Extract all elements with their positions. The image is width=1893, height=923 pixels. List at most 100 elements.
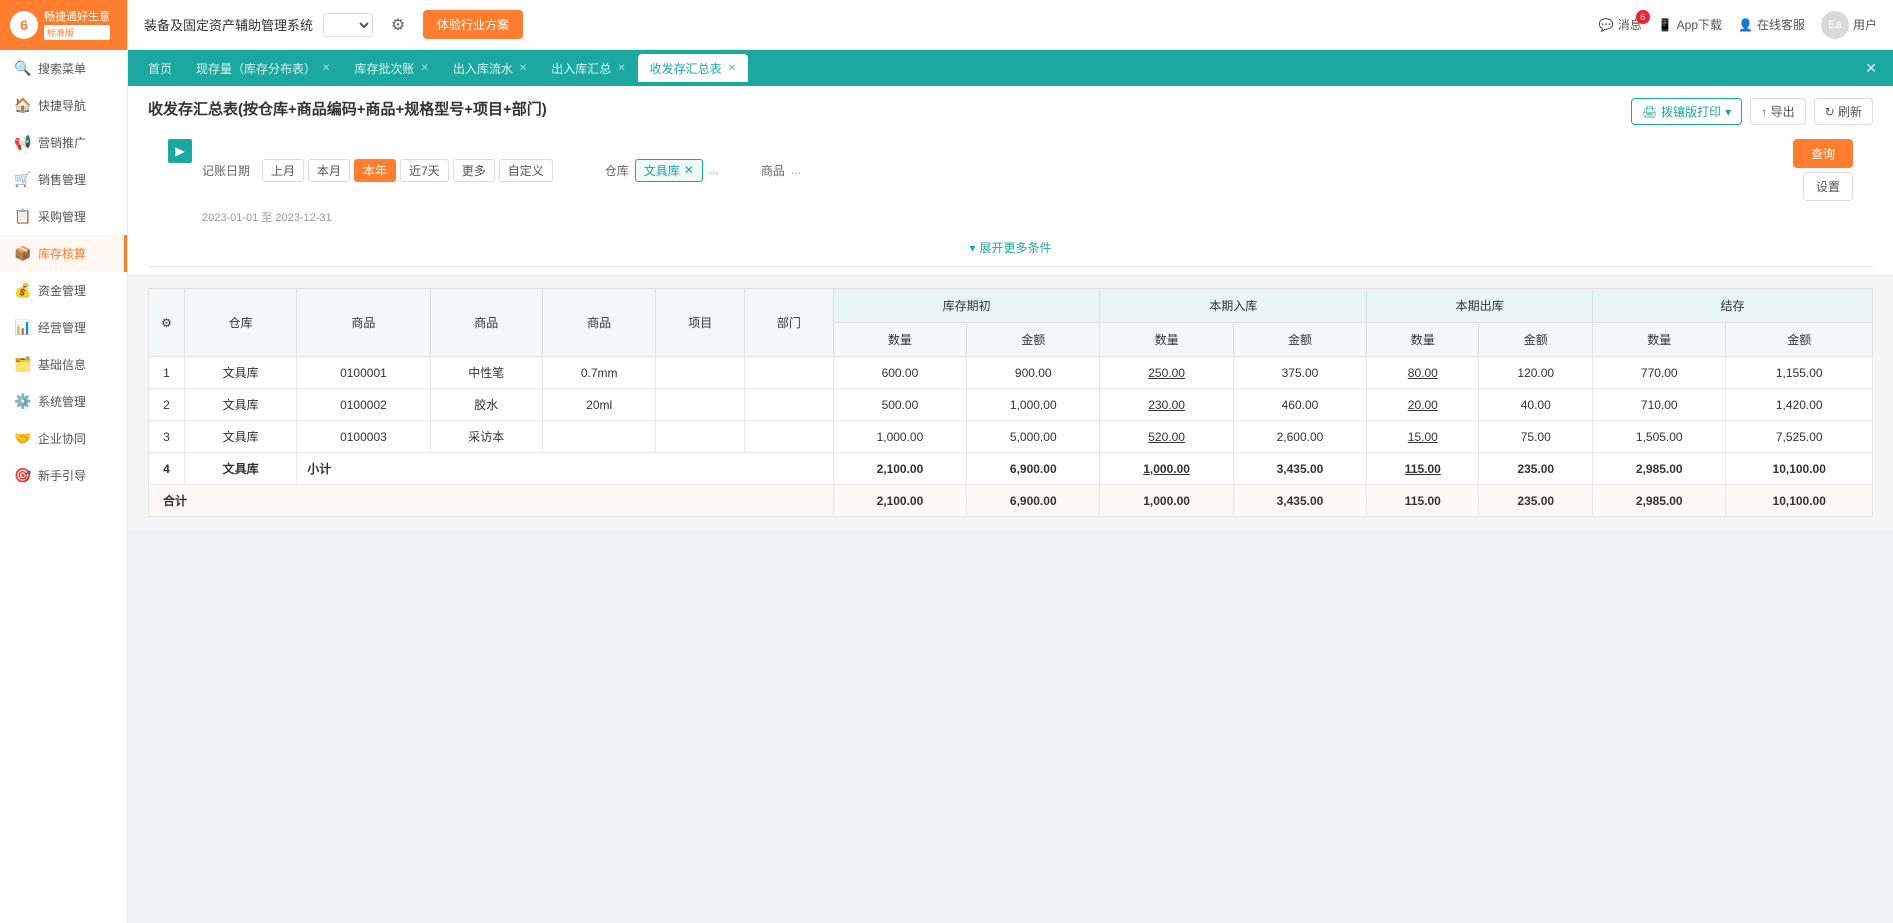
export-label: 导出	[1771, 105, 1795, 119]
warehouse-tag-name: 文具库	[644, 162, 680, 179]
sidebar-item-enterprise[interactable]: 🤝 企业协同	[0, 420, 127, 457]
row-in-qty[interactable]: 250.00	[1100, 357, 1233, 389]
tab-stock-summary-close[interactable]: ✕	[728, 63, 736, 74]
topbar-settings-button[interactable]: ⚙	[383, 10, 413, 40]
query-button[interactable]: 查询	[1793, 139, 1853, 168]
subtotal-balance-qty: 2,985.00	[1593, 453, 1726, 485]
row-balance-amt: 7,525.00	[1726, 421, 1873, 453]
subtotal-in-qty: 1,000.00	[1100, 453, 1233, 485]
col-opening-qty-header: 数量	[833, 323, 966, 357]
export-button[interactable]: ↑ 导出	[1750, 98, 1805, 125]
row-goods-name: 中性笔	[430, 357, 542, 389]
logo-line1: 畅捷通好生意	[44, 10, 110, 24]
date-prev-btn[interactable]: 上月	[262, 159, 304, 182]
topbar-right: 💬 消息 6 📱 App下载 👤 在线客服 Ea 用户	[1599, 11, 1877, 39]
online-service-label: 在线客服	[1757, 16, 1805, 33]
tab-in-out-flow-close[interactable]: ✕	[519, 63, 527, 74]
table-row: 3 文具库 0100003 采访本 1,000.00 5,000.00 520.…	[149, 421, 1873, 453]
app-download-item[interactable]: 📱 App下载	[1658, 16, 1722, 33]
sidebar-item-operations[interactable]: 📊 经营管理	[0, 309, 127, 346]
date-custom-btn[interactable]: 自定义	[499, 159, 553, 182]
sidebar-item-inventory[interactable]: 📦 库存核算	[0, 235, 127, 272]
online-service-item[interactable]: 👤 在线客服	[1738, 16, 1805, 33]
sidebar-item-search[interactable]: 🔍 搜索菜单	[0, 50, 127, 87]
sidebar-item-quick-nav[interactable]: 🏠 快捷导航	[0, 87, 127, 124]
sidebar-logo: 6 畅捷通好生意 标准版	[0, 0, 127, 50]
sidebar-item-basic-info[interactable]: 🗂️ 基础信息	[0, 346, 127, 383]
warehouse-tag-close[interactable]: ✕	[684, 163, 694, 177]
tab-inventory-dist-close[interactable]: ✕	[322, 63, 330, 74]
date-year-btn[interactable]: 本年	[354, 159, 396, 182]
column-settings-icon[interactable]: ⚙	[161, 316, 172, 330]
tab-stock-summary[interactable]: 收发存汇总表 ✕	[638, 54, 748, 82]
total-out-amt: 235.00	[1479, 485, 1593, 517]
date-week-btn[interactable]: 近7天	[400, 159, 449, 182]
total-balance-amt: 10,100.00	[1726, 485, 1873, 517]
system-dropdown[interactable]	[323, 13, 373, 37]
warehouse-more-dots[interactable]: ...	[709, 163, 719, 177]
expand-more-btn[interactable]: ▾ 展开更多条件	[969, 239, 1051, 256]
tab-batch-ledger[interactable]: 库存批次账 ✕	[342, 54, 440, 82]
sidebar-item-system[interactable]: ⚙️ 系统管理	[0, 383, 127, 420]
row-in-amt: 460.00	[1233, 389, 1366, 421]
user-item[interactable]: Ea 用户	[1821, 11, 1877, 39]
sidebar-item-finance[interactable]: 💰 资金管理	[0, 272, 127, 309]
col-warehouse-header: 仓库	[185, 289, 297, 357]
tab-bar-close-button[interactable]: ✕	[1857, 56, 1885, 81]
tab-in-out-flow[interactable]: 出入库流水 ✕	[441, 54, 539, 82]
refresh-button[interactable]: ↻ 刷新	[1814, 98, 1873, 125]
message-item[interactable]: 💬 消息 6	[1599, 16, 1642, 33]
sidebar-item-marketing[interactable]: 📢 营销推广	[0, 124, 127, 161]
sidebar-item-sales[interactable]: 🛒 销售管理	[0, 161, 127, 198]
filter-toggle-button[interactable]: ▶	[168, 139, 192, 163]
row-in-amt: 375.00	[1233, 357, 1366, 389]
tab-in-out-summary-close[interactable]: ✕	[617, 63, 625, 74]
filter-settings-button[interactable]: 设置	[1803, 172, 1853, 201]
tab-in-out-summary[interactable]: 出入库汇总 ✕	[539, 54, 637, 82]
row-warehouse: 文具库	[185, 357, 297, 389]
goods-more-dots[interactable]: ...	[791, 163, 801, 177]
row-out-qty[interactable]: 15.00	[1367, 421, 1479, 453]
row-balance-qty: 1,505.00	[1593, 421, 1726, 453]
tab-home-label: 首页	[148, 60, 172, 77]
finance-icon: 💰	[14, 282, 30, 299]
date-label: 记账日期	[202, 162, 250, 179]
row-opening-qty: 500.00	[833, 389, 966, 421]
row-balance-amt: 1,155.00	[1726, 357, 1873, 389]
row-goods-spec	[542, 421, 656, 453]
row-out-qty[interactable]: 20.00	[1367, 389, 1479, 421]
sidebar-item-purchase[interactable]: 📋 采购管理	[0, 198, 127, 235]
row-in-qty[interactable]: 520.00	[1100, 421, 1233, 453]
row-in-qty[interactable]: 230.00	[1100, 389, 1233, 421]
row-goods-spec: 20ml	[542, 389, 656, 421]
basic-info-icon: 🗂️	[14, 356, 30, 373]
guide-icon: 🎯	[14, 467, 30, 484]
tab-batch-ledger-close[interactable]: ✕	[420, 63, 428, 74]
sidebar-item-guide[interactable]: 🎯 新手引导	[0, 457, 127, 494]
tab-inventory-dist[interactable]: 现存量（库存分布表） ✕	[184, 54, 342, 82]
tab-home[interactable]: 首页	[136, 54, 184, 82]
row-out-amt: 40.00	[1479, 389, 1593, 421]
sidebar-label-quick-nav: 快捷导航	[38, 97, 86, 114]
row-warehouse: 文具库	[185, 421, 297, 453]
page-title: 收发存汇总表(按仓库+商品编码+商品+规格型号+项目+部门)	[148, 98, 547, 119]
enterprise-icon: 🤝	[14, 430, 30, 447]
row-balance-amt: 1,420.00	[1726, 389, 1873, 421]
print-dropdown-icon: ▾	[1725, 105, 1731, 119]
row-out-qty[interactable]: 80.00	[1367, 357, 1479, 389]
print-button[interactable]: 🖨 拨镶版打印 ▾	[1631, 98, 1742, 125]
try-industry-button[interactable]: 体验行业方案	[423, 10, 523, 39]
date-curr-btn[interactable]: 本月	[308, 159, 350, 182]
tab-batch-ledger-label: 库存批次账	[354, 60, 414, 77]
print-label: 拨镶版打印	[1661, 103, 1721, 120]
date-more-btn[interactable]: 更多	[453, 159, 495, 182]
col-out-amt-header: 金额	[1479, 323, 1593, 357]
operations-icon: 📊	[14, 319, 30, 336]
row-department	[745, 389, 834, 421]
expand-icon: ▾	[969, 241, 975, 255]
subtotal-row: 4 文具库 小计 2,100.00 6,900.00 1,000.00 3,43…	[149, 453, 1873, 485]
row-goods-name: 胶水	[430, 389, 542, 421]
sidebar-label-search: 搜索菜单	[38, 60, 86, 77]
col-in-header: 本期入库	[1100, 289, 1367, 323]
user-label: 用户	[1853, 16, 1877, 33]
